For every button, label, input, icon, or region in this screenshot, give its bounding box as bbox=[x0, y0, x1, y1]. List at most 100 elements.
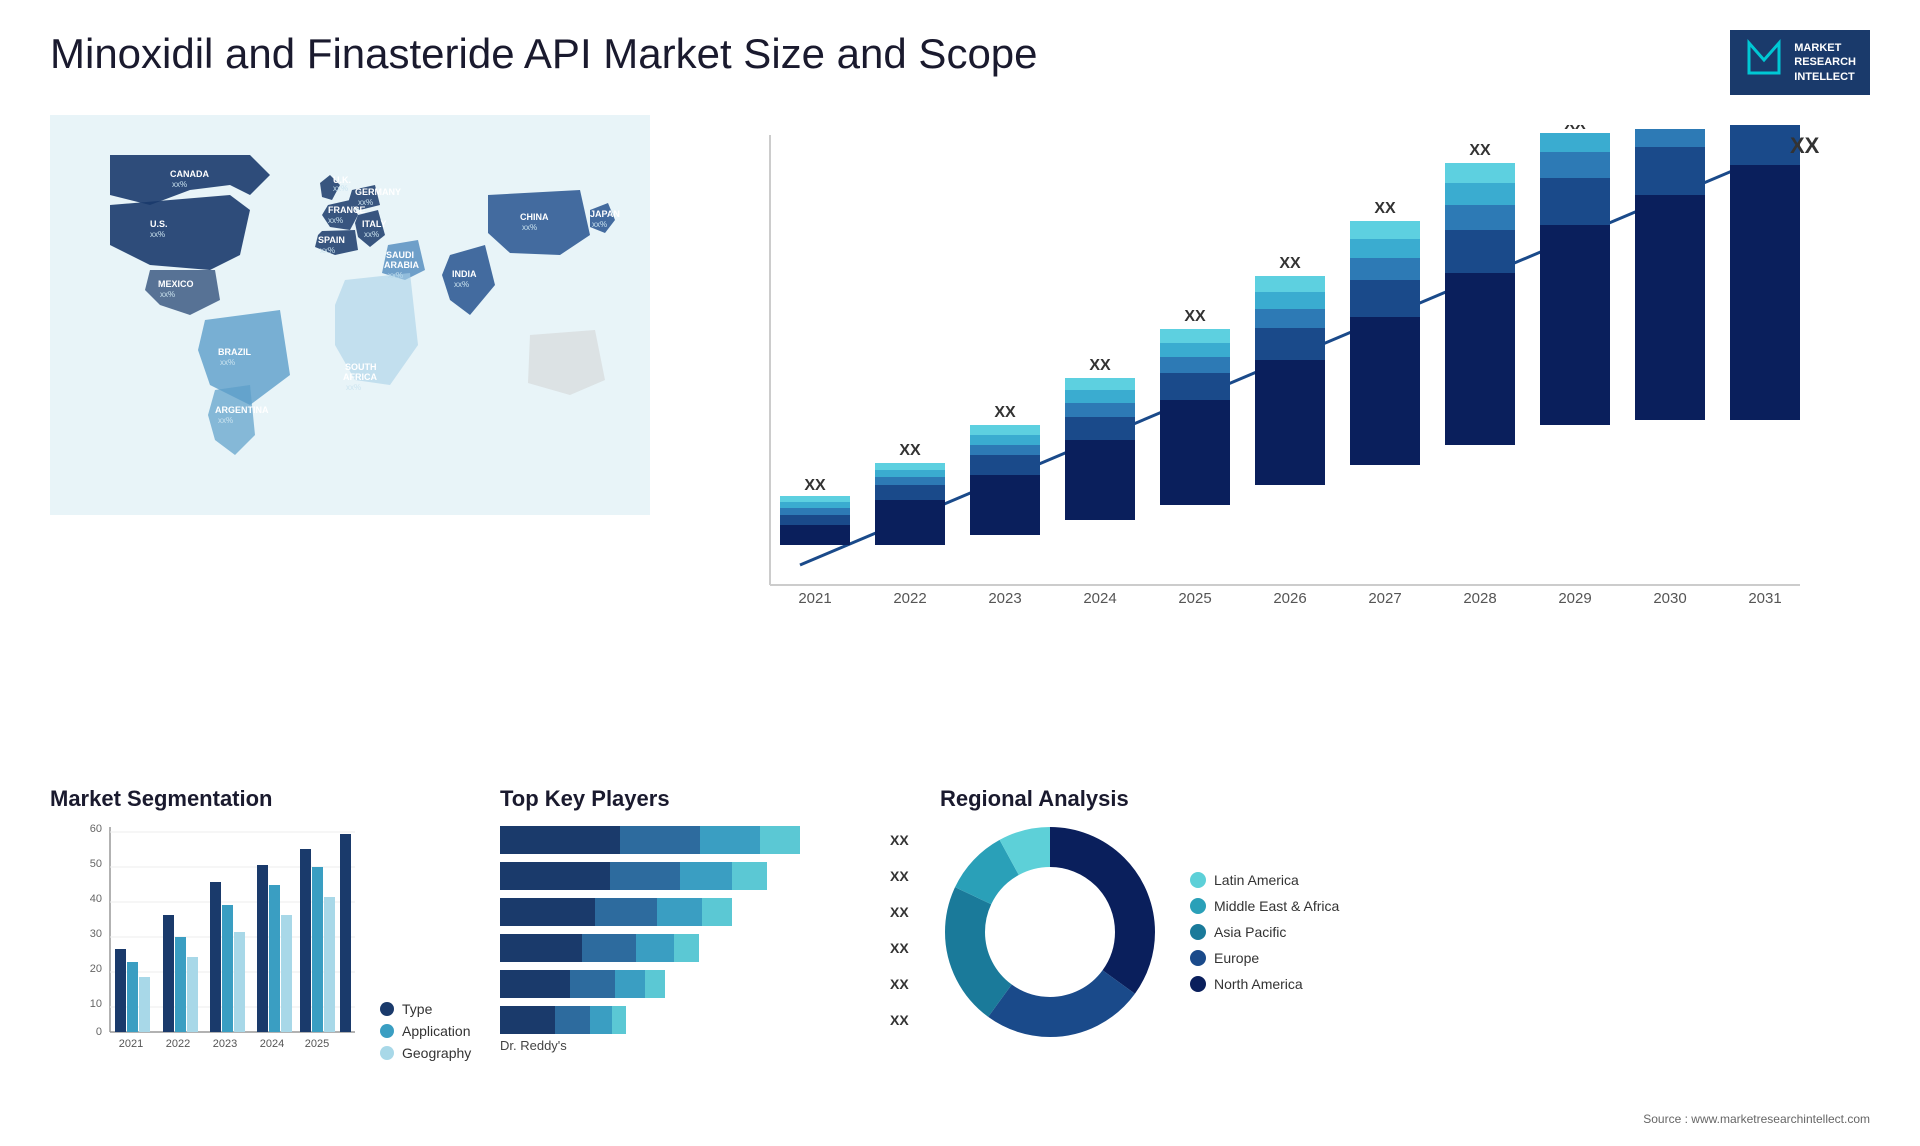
donut-chart bbox=[940, 822, 1160, 1042]
svg-text:0: 0 bbox=[96, 1026, 102, 1038]
regional-legend: Latin America Middle East & Africa Asia … bbox=[1190, 872, 1339, 992]
header: Minoxidil and Finasteride API Market Siz… bbox=[50, 30, 1870, 95]
canada-label: CANADA bbox=[170, 169, 209, 179]
legend-type: Type bbox=[380, 1001, 471, 1017]
argentina-value: xx% bbox=[218, 416, 233, 425]
france-value: xx% bbox=[328, 216, 343, 225]
player-label-4: XX bbox=[890, 940, 920, 956]
italy-label: ITALY bbox=[362, 219, 387, 229]
player-bar-4 bbox=[500, 934, 880, 962]
logo-text: MARKET RESEARCH INTELLECT bbox=[1794, 41, 1856, 84]
player-label-3: XX bbox=[890, 904, 920, 920]
svg-text:2021: 2021 bbox=[119, 1038, 143, 1050]
svg-text:2024: 2024 bbox=[1083, 590, 1116, 607]
seg-legend: Type Application Geography bbox=[380, 1001, 471, 1067]
player-bar-seg3 bbox=[700, 826, 760, 854]
svg-text:30: 30 bbox=[90, 928, 102, 940]
segmentation-chart: 60 50 40 30 20 10 0 bbox=[80, 822, 360, 1062]
key-players-section: Top Key Players XX bbox=[500, 786, 920, 1126]
logo-area: MARKET RESEARCH INTELLECT bbox=[1730, 30, 1870, 95]
svg-text:40: 40 bbox=[90, 893, 102, 905]
china-value: xx% bbox=[522, 223, 537, 232]
application-dot bbox=[380, 1024, 394, 1038]
japan-value: xx% bbox=[592, 220, 607, 229]
japan-label: JAPAN bbox=[590, 209, 620, 219]
svg-text:2021: 2021 bbox=[798, 590, 831, 607]
player-bar-6 bbox=[500, 1006, 880, 1034]
saudi-label: SAUDI bbox=[386, 250, 414, 260]
svg-text:XX: XX bbox=[1564, 125, 1586, 133]
india-label: INDIA bbox=[452, 269, 477, 279]
logo-box: MARKET RESEARCH INTELLECT bbox=[1730, 30, 1870, 95]
latin-america-dot bbox=[1190, 872, 1206, 888]
mexico-label: MEXICO bbox=[158, 279, 194, 289]
argentina-label: ARGENTINA bbox=[215, 405, 269, 415]
brazil-label: BRAZIL bbox=[218, 347, 251, 357]
svg-text:XX: XX bbox=[1374, 200, 1396, 217]
svg-text:2025: 2025 bbox=[305, 1038, 329, 1050]
uk-value: xx% bbox=[333, 184, 348, 193]
regional-title: Regional Analysis bbox=[940, 786, 1870, 812]
svg-text:XX: XX bbox=[1089, 357, 1111, 374]
legend-geography: Geography bbox=[380, 1045, 471, 1061]
legend-middle-east: Middle East & Africa bbox=[1190, 898, 1339, 914]
player-bar-seg4 bbox=[760, 826, 800, 854]
svg-text:2023: 2023 bbox=[988, 590, 1021, 607]
player-bar-5 bbox=[500, 970, 880, 998]
svg-text:2030: 2030 bbox=[1653, 590, 1686, 607]
germany-value: xx% bbox=[358, 198, 373, 207]
player-row-6: XX bbox=[500, 1006, 920, 1034]
italy-value: xx% bbox=[364, 230, 379, 239]
key-players-title: Top Key Players bbox=[500, 786, 920, 812]
svg-text:2028: 2028 bbox=[1463, 590, 1496, 607]
stacked-chart-area: XX 2021 XX 2022 XX 2023 bbox=[670, 115, 1870, 766]
north-america-dot bbox=[1190, 976, 1206, 992]
player-bar-seg2 bbox=[620, 826, 700, 854]
svg-text:60: 60 bbox=[90, 823, 102, 835]
player-label-2: XX bbox=[890, 868, 920, 884]
svg-text:50: 50 bbox=[90, 858, 102, 870]
market-segmentation: Market Segmentation 60 50 40 30 20 1 bbox=[50, 786, 480, 1126]
svg-text:2022: 2022 bbox=[893, 590, 926, 607]
svg-text:XX: XX bbox=[1659, 125, 1681, 129]
china-label: CHINA bbox=[520, 212, 549, 222]
europe-dot bbox=[1190, 950, 1206, 966]
company-name: Dr. Reddy's bbox=[500, 1038, 920, 1053]
us-label: U.S. bbox=[150, 219, 168, 229]
svg-text:XX: XX bbox=[1279, 255, 1301, 272]
middle-east-dot bbox=[1190, 898, 1206, 914]
player-row-6-wrapper: XX Dr. Reddy's bbox=[500, 1006, 920, 1053]
india-value: xx% bbox=[454, 280, 469, 289]
player-bar-1 bbox=[500, 826, 880, 854]
svg-text:2024: 2024 bbox=[260, 1038, 284, 1050]
player-bar-2 bbox=[500, 862, 880, 890]
regional-content: Latin America Middle East & Africa Asia … bbox=[940, 822, 1870, 1042]
bottom-section: Market Segmentation 60 50 40 30 20 1 bbox=[50, 786, 1870, 1126]
svg-text:10: 10 bbox=[90, 998, 102, 1010]
player-row-2: XX bbox=[500, 862, 920, 890]
spain-label: SPAIN bbox=[318, 235, 345, 245]
canada-value: xx% bbox=[172, 180, 187, 189]
svg-text:2026: 2026 bbox=[1273, 590, 1306, 607]
player-row-5: XX bbox=[500, 970, 920, 998]
southafrica-label2: AFRICA bbox=[343, 372, 377, 382]
legend-latin-america: Latin America bbox=[1190, 872, 1339, 888]
svg-text:XX: XX bbox=[994, 404, 1016, 421]
mexico-value: xx% bbox=[160, 290, 175, 299]
svg-text:XX: XX bbox=[899, 442, 921, 459]
stacked-bar-chart: XX 2021 XX 2022 XX 2023 bbox=[670, 125, 1870, 645]
svg-text:2027: 2027 bbox=[1368, 590, 1401, 607]
asia-pacific-dot bbox=[1190, 924, 1206, 940]
germany-label: GERMANY bbox=[355, 187, 401, 197]
brazil-value: xx% bbox=[220, 358, 235, 367]
regional-analysis: Regional Analysis bbox=[940, 786, 1870, 1126]
legend-application: Application bbox=[380, 1023, 471, 1039]
world-map-svg: CANADA xx% U.S. xx% MEXICO xx% BRAZIL xx… bbox=[50, 115, 650, 515]
player-label-5: XX bbox=[890, 976, 920, 992]
player-bar-seg1 bbox=[500, 826, 620, 854]
players-bars: XX XX bbox=[500, 826, 920, 1053]
svg-text:XX: XX bbox=[1790, 133, 1820, 158]
player-row-3: XX bbox=[500, 898, 920, 926]
svg-text:2023: 2023 bbox=[213, 1038, 237, 1050]
svg-text:20: 20 bbox=[90, 963, 102, 975]
